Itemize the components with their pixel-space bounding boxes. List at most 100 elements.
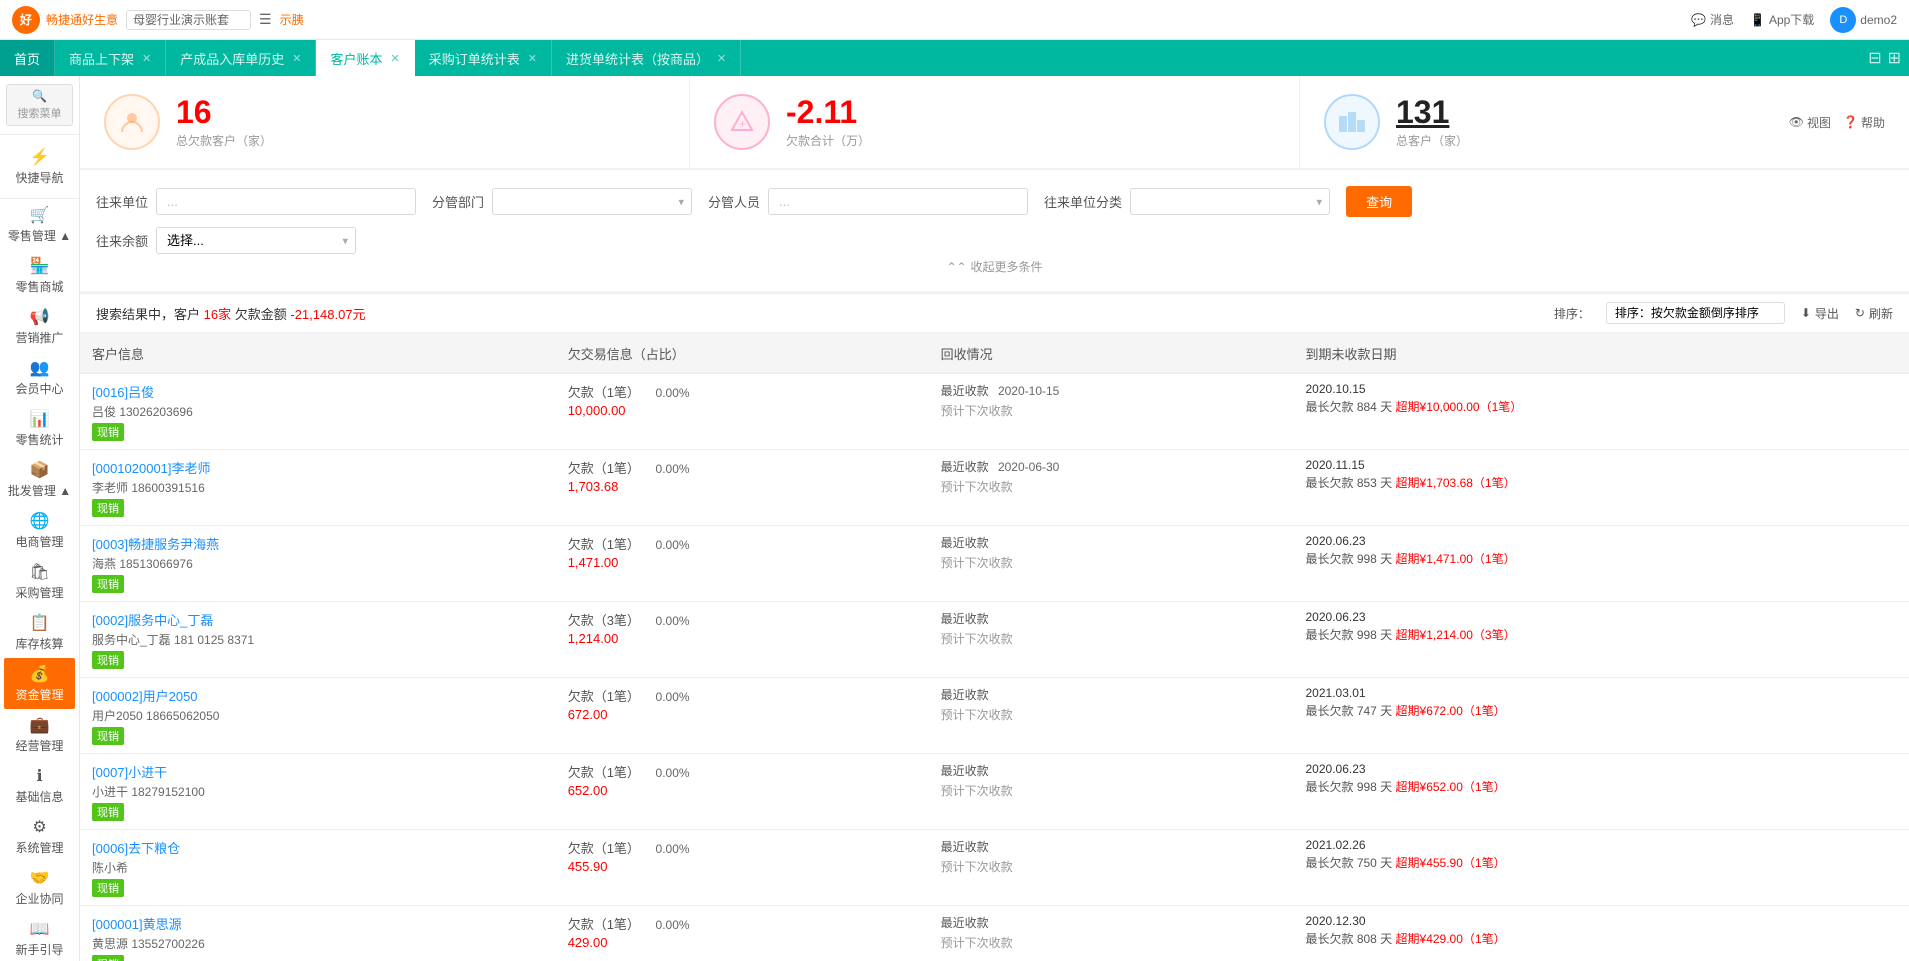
sidebar-item-finance[interactable]: 💰 资金管理 [4, 658, 75, 709]
td-customer-7: [000001]黄思源 黄思源 13552700226 现销 [80, 906, 556, 961]
overdue-date-4: 2021.03.01 [1306, 686, 1898, 700]
customer-name-1[interactable]: [0001020001]李老师 [92, 458, 544, 477]
sidebar-item-members[interactable]: 👥 会员中心 [0, 352, 79, 403]
filter-select-category[interactable] [1130, 188, 1330, 215]
collect-next-6: 预计下次收款 [941, 858, 1282, 875]
export-btn[interactable]: ⬇ 导出 [1801, 305, 1839, 322]
filter-select-balance[interactable]: 选择... [156, 227, 356, 254]
table-row: [000002]用户2050 用户2050 18665062050 现销 欠款（… [80, 678, 1909, 754]
td-collect-1: 最近收款 2020-06-30 预计下次收款 [929, 450, 1294, 526]
sidebar-item-inventory[interactable]: 📋 库存核算 [0, 607, 79, 658]
owe-amount-5[interactable]: 652.00 [568, 783, 917, 798]
overdue-link-2[interactable]: 超期¥1,471.00（1笔） [1396, 552, 1516, 566]
sidebar-item-system-management[interactable]: ⚙ 系统管理 [0, 811, 79, 862]
tab-close-5[interactable]: ✕ [717, 52, 726, 65]
customer-name-0[interactable]: [0016]吕俊 [92, 382, 544, 401]
app-download-btn[interactable]: 📱 App下载 [1750, 11, 1814, 28]
collect-info-6: 最近收款 [941, 838, 1282, 855]
overdue-link-0[interactable]: 超期¥10,000.00（1笔） [1396, 400, 1523, 414]
td-customer-3: [0002]服务中心_丁磊 服务中心_丁磊 181 0125 8371 现销 [80, 602, 556, 678]
tab-close-3[interactable]: ✕ [391, 52, 400, 65]
overdue-link-1[interactable]: 超期¥1,703.68（1笔） [1396, 476, 1516, 490]
filter-select-department[interactable] [492, 188, 692, 215]
stat-label-total-owe: 欠款合计（万） [786, 132, 870, 149]
message-btn[interactable]: 💬 消息 [1691, 11, 1734, 28]
td-customer-1: [0001020001]李老师 李老师 18600391516 现销 [80, 450, 556, 526]
company-select[interactable]: 母婴行业演示账套 [126, 10, 251, 30]
enterprise-collab-icon: 🤝 [4, 868, 75, 888]
tab-customer-account[interactable]: 客户账本 ✕ [316, 40, 414, 76]
sidebar-item-basic-info[interactable]: ℹ 基础信息 [0, 760, 79, 811]
logo-area: 好 畅捷通好生意 [12, 6, 118, 34]
collect-label-5: 最近收款 [941, 764, 989, 778]
overdue-link-4[interactable]: 超期¥672.00（1笔） [1396, 704, 1506, 718]
customer-name-5[interactable]: [0007]小进干 [92, 762, 544, 781]
collect-next-7: 预计下次收款 [941, 934, 1282, 951]
collect-date-0: 2020-10-15 [998, 384, 1059, 398]
owe-amount-0[interactable]: 10,000.00 [568, 403, 917, 418]
owe-ratio-7: 0.00% [656, 918, 690, 932]
tab-products-status[interactable]: 商品上下架 ✕ [55, 40, 166, 76]
sidebar-item-retail-management[interactable]: 🛒 零售管理 ▲ [0, 199, 79, 250]
stats-row: 16 总欠款客户（家） + -2.11 欠款合计（万） [80, 76, 1909, 168]
sidebar-search-btn[interactable]: 🔍 搜索菜单 [6, 84, 73, 126]
tab-home[interactable]: 首页 [0, 40, 55, 76]
filter-item-category: 往来单位分类 [1044, 188, 1330, 215]
customer-name-7[interactable]: [000001]黄思源 [92, 914, 544, 933]
customer-name-3[interactable]: [0002]服务中心_丁磊 [92, 610, 544, 629]
collect-info-5: 最近收款 [941, 762, 1282, 779]
sidebar-item-purchase-management[interactable]: 🛍 采购管理 [0, 556, 79, 607]
tab-purchase-product-stats[interactable]: 进货单统计表（按商品） ✕ [552, 40, 741, 76]
overdue-days-6: 最长欠款 750 天 超期¥455.90（1笔） [1306, 854, 1898, 871]
owe-count-3: 欠款（3笔） 0.00% [568, 610, 917, 629]
filter-input-supplier[interactable]: ... [156, 188, 416, 215]
owe-amount-3[interactable]: 1,214.00 [568, 631, 917, 646]
overdue-link-3[interactable]: 超期¥1,214.00（3笔） [1396, 628, 1516, 642]
owe-amount-7[interactable]: 429.00 [568, 935, 917, 950]
sidebar-item-new-user-guide[interactable]: 📖 新手引导 [0, 913, 79, 961]
overdue-date-5: 2020.06.23 [1306, 762, 1898, 776]
sidebar-item-enterprise-collab[interactable]: 🤝 企业协同 [0, 862, 79, 913]
td-collect-3: 最近收款 预计下次收款 [929, 602, 1294, 678]
stat-card-owe-customers: 16 总欠款客户（家） [80, 76, 690, 168]
overdue-link-7[interactable]: 超期¥429.00（1笔） [1396, 932, 1506, 946]
tab-close-1[interactable]: ✕ [142, 52, 151, 65]
owe-amount-1[interactable]: 1,703.68 [568, 479, 917, 494]
sort-select[interactable]: 排序：按欠款金额倒序排序 [1606, 302, 1785, 324]
tab-collapse-btn[interactable]: ⊟ [1868, 48, 1881, 68]
sidebar-item-ecommerce[interactable]: 🌐 电商管理 [0, 505, 79, 556]
customer-name-4[interactable]: [000002]用户2050 [92, 686, 544, 705]
view-btn[interactable]: 👁 视图 [1789, 114, 1831, 131]
sidebar-item-retail-stats[interactable]: 📊 零售统计 [0, 403, 79, 454]
owe-amount-2[interactable]: 1,471.00 [568, 555, 917, 570]
tab-production-history[interactable]: 产成品入库单历史 ✕ [166, 40, 316, 76]
sidebar-item-retail-mall[interactable]: 🏪 零售商城 [0, 250, 79, 301]
customer-name-2[interactable]: [0003]畅捷服务尹海燕 [92, 534, 544, 553]
sidebar-item-quick-nav[interactable]: ⚡ 快捷导航 [0, 141, 79, 192]
menu-toggle-icon[interactable]: ☰ [259, 11, 272, 28]
search-button[interactable]: 查询 [1346, 186, 1412, 217]
system-management-icon: ⚙ [4, 817, 75, 837]
tab-close-4[interactable]: ✕ [528, 52, 537, 65]
owe-ratio-6: 0.00% [656, 842, 690, 856]
sidebar: 🔍 搜索菜单 ⚡ 快捷导航 🛒 零售管理 ▲ 🏪 零售商城 📢 营销推广 [0, 76, 80, 961]
customer-name-6[interactable]: [0006]去下粮仓 [92, 838, 544, 857]
sidebar-item-wholesale-management[interactable]: 📦 批发管理 ▲ [0, 454, 79, 505]
owe-amount-4[interactable]: 672.00 [568, 707, 917, 722]
filter-input-person[interactable]: ... [768, 188, 1028, 215]
overdue-link-6[interactable]: 超期¥455.90（1笔） [1396, 856, 1506, 870]
overdue-link-5[interactable]: 超期¥652.00（1笔） [1396, 780, 1506, 794]
customer-tag-3: 现销 [92, 651, 124, 669]
tab-close-2[interactable]: ✕ [292, 52, 301, 65]
tab-purchase-stats[interactable]: 采购订单统计表 ✕ [415, 40, 552, 76]
refresh-btn[interactable]: ↻ 刷新 [1855, 305, 1893, 322]
collapse-btn[interactable]: ⌃⌃ 收起更多条件 [96, 258, 1893, 275]
owe-amount-6[interactable]: 455.90 [568, 859, 917, 874]
tab-fullscreen-btn[interactable]: ⊞ [1888, 48, 1901, 68]
sidebar-item-marketing[interactable]: 📢 营销推广 [0, 301, 79, 352]
user-menu-btn[interactable]: D demo2 [1830, 7, 1897, 33]
customer-phone-5: 小进干 18279152100 [92, 783, 544, 800]
owe-count-1: 欠款（1笔） 0.00% [568, 458, 917, 477]
help-btn[interactable]: ❓ 帮助 [1843, 114, 1885, 131]
sidebar-item-business-management[interactable]: 💼 经营管理 [0, 709, 79, 760]
